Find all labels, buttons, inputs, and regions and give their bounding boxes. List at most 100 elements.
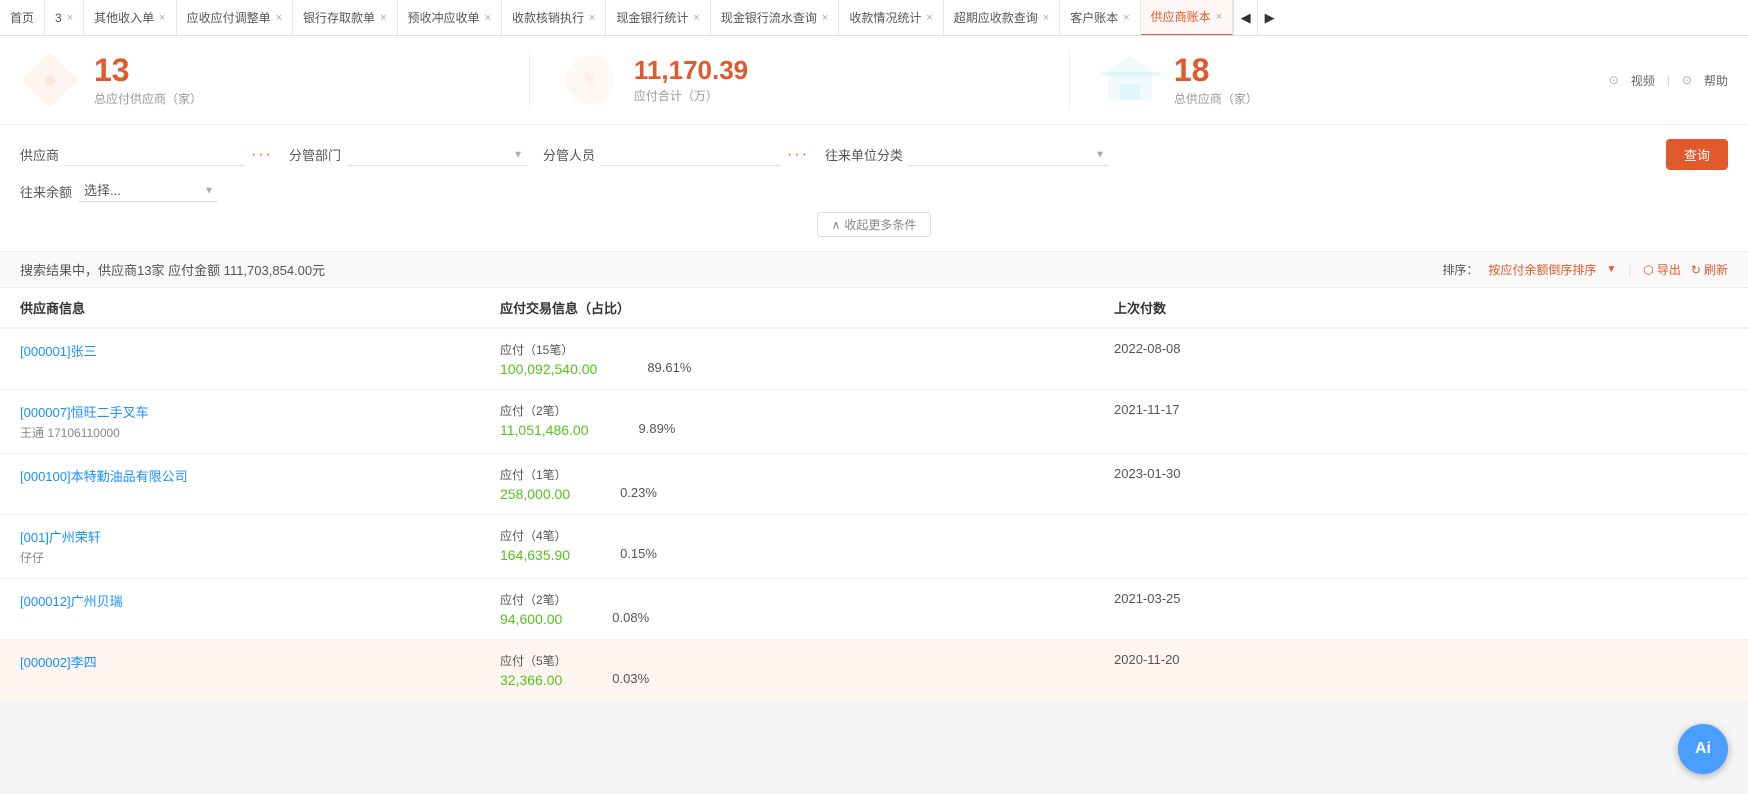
help-links: ⊙ 视频 | ⊙ 帮助 [1609,72,1728,89]
stats-bar: ◆ 13 总应付供应商（家） ¥ 11,170.39 应付合计（万） 18 总供… [0,36,1748,125]
last-pay-date: 2023-01-30 [1114,466,1181,481]
supplier-link-001[interactable]: [001]广州荣轩 [20,530,101,545]
nav-arrow-right[interactable]: ▶ [1257,0,1281,36]
svg-text:◆: ◆ [44,72,57,89]
payable-amount[interactable]: 32,366.00 [500,672,562,688]
supplier-input[interactable] [65,144,245,166]
supplier-link-000002[interactable]: [000002]李四 [20,655,97,670]
supplier-link-000100[interactable]: [000100]本特勤油品有限公司 [20,469,188,484]
supplier-info-cell: [001]广州荣轩 仔仔 [20,527,500,566]
result-actions: 排序： 按应付余额倒序排序 ▼ | ⬡ 导出 ↻ 刷新 [1442,261,1728,278]
nav-tab-ap-adjust[interactable]: 应收应付调整单 × [177,0,293,36]
nav-tab-collect-stat[interactable]: 收款情况统计 × [839,0,943,36]
export-icon: ⬡ [1643,263,1653,277]
close-bank-deposit[interactable]: × [380,12,386,24]
nav-tab-3[interactable]: 3 × [45,0,84,36]
query-button[interactable]: 查询 [1666,139,1728,170]
unit-category-label: 往来单位分类 [825,145,903,164]
payable-label: 应付（4笔） [500,527,1114,544]
ai-assistant-button[interactable]: Ai [1678,724,1728,774]
payable-pct: 0.08% [612,610,649,625]
close-cash-bank-stat[interactable]: × [693,12,699,24]
payable-label: 应付（5笔） [500,652,1114,669]
payable-amount[interactable]: 100,092,540.00 [500,361,597,377]
payable-pct: 0.03% [612,671,649,686]
payable-pct: 9.89% [639,421,676,436]
supplier-link-000007[interactable]: [000007]恒旺二手叉车 [20,405,149,420]
payable-pct: 89.61% [647,360,691,375]
payable-amount[interactable]: 258,000.00 [500,486,570,502]
last-pay-date: 2021-11-17 [1114,402,1180,417]
shop-icon [1100,50,1160,110]
close-other-income[interactable]: × [159,12,165,24]
nav-tab-prepay-collect[interactable]: 预收冲应收单 × [398,0,502,36]
supplier-dots-btn[interactable]: ··· [251,146,273,164]
refresh-icon: ↻ [1691,263,1701,277]
dept-select[interactable] [347,144,527,166]
close-supplier-account[interactable]: × [1216,11,1222,23]
diamond-icon: ◆ [20,50,80,110]
balance-select[interactable]: 选择... [78,180,218,202]
sort-label: 排序： [1442,261,1478,278]
nav-tab-cash-bank-flow[interactable]: 现金银行流水查询 × [711,0,839,36]
supplier-field: 供应商 ··· [20,144,273,166]
sort-value[interactable]: 按应付余额倒序排序 [1488,261,1596,278]
payable-amount[interactable]: 164,635.90 [500,547,570,563]
supplier-link-000012[interactable]: [000012]广州贝瑞 [20,594,123,609]
payable-amount[interactable]: 11,051,486.00 [500,422,589,438]
collapse-button[interactable]: ∧ 收起更多条件 [817,212,932,237]
close-prepay-collect[interactable]: × [485,12,491,24]
close-collect-verify[interactable]: × [589,12,595,24]
person-dots-btn[interactable]: ··· [787,146,809,164]
nav-tab-home[interactable]: 首页 [0,0,45,36]
nav-tab-cash-bank-stat[interactable]: 现金银行统计 × [606,0,710,36]
help-link[interactable]: 帮助 [1704,72,1728,89]
supplier-info-cell: [000007]恒旺二手叉车 王通 17106110000 [20,402,500,441]
separator-1: | [1628,263,1631,277]
last-pay-cell: 2020-11-20 [1114,652,1728,667]
close-collect-stat[interactable]: × [926,12,932,24]
supplier-info-cell: [000012]广州贝瑞 [20,591,500,610]
supplier-sub: 王通 17106110000 [20,424,500,441]
nav-arrow-left[interactable]: ◀ [1233,0,1257,36]
video-link[interactable]: 视频 [1631,72,1655,89]
close-ap-adjust[interactable]: × [276,12,282,24]
last-pay-date: 2021-03-25 [1114,591,1181,606]
close-customer-account[interactable]: × [1123,12,1129,24]
search-row-2: 往来余额 选择... ▼ [20,180,1728,202]
payable-info-cell: 应付（2笔） 94,600.00 0.08% [500,591,1114,627]
supplier-info-cell: [000100]本特勤油品有限公司 [20,466,500,485]
payable-amount[interactable]: 94,600.00 [500,611,562,627]
person-input[interactable] [601,144,781,166]
payable-info-cell: 应付（4笔） 164,635.90 0.15% [500,527,1114,563]
nav-tab-collect-verify[interactable]: 收款核销执行 × [502,0,606,36]
top-navigation: 首页 3 × 其他收入单 × 应收应付调整单 × 银行存取款单 × 预收冲应收单… [0,0,1748,36]
nav-tab-supplier-account[interactable]: 供应商账本 × [1141,0,1233,36]
search-row-1: 供应商 ··· 分管部门 ▼ 分管人员 ··· 往来单位分类 [20,139,1728,170]
nav-tab-bank-deposit[interactable]: 银行存取款单 × [293,0,397,36]
export-button[interactable]: ⬡ 导出 [1643,261,1681,278]
nav-tab-customer-account[interactable]: 客户账本 × [1060,0,1140,36]
payable-info-cell: 应付（2笔） 11,051,486.00 9.89% [500,402,1114,438]
close-tab-3[interactable]: × [67,12,73,24]
close-cash-bank-flow[interactable]: × [822,12,828,24]
person-label: 分管人员 [543,145,595,164]
refresh-button[interactable]: ↻ 刷新 [1691,261,1728,278]
last-pay-cell: 2022-08-08 [1114,341,1728,356]
supplier-link-000001[interactable]: [000001]张三 [20,344,97,359]
supplier-table: 供应商信息 应付交易信息（占比） 上次付数 [000001]张三 应付（15笔）… [0,288,1748,701]
th-supplier-info: 供应商信息 [20,298,500,317]
coin-icon: ¥ [560,50,620,110]
stat-payable-suppliers: ◆ 13 总应付供应商（家） [20,50,529,110]
nav-tab-overdue-collect[interactable]: 超期应收款查询 × [944,0,1060,36]
balance-field: 往来余额 选择... ▼ [20,180,218,202]
close-overdue-collect[interactable]: × [1043,12,1049,24]
stat-total-suppliers: 18 总供应商（家） [1069,50,1609,110]
th-last-pay: 上次付数 [1114,298,1728,317]
payable-pct: 0.23% [620,485,657,500]
payable-info-cell: 应付（5笔） 32,366.00 0.03% [500,652,1114,688]
unit-category-select[interactable] [909,144,1109,166]
balance-label: 往来余额 [20,182,72,201]
unit-category-field: 往来单位分类 ▼ [825,144,1109,166]
nav-tab-other-income[interactable]: 其他收入单 × [84,0,176,36]
